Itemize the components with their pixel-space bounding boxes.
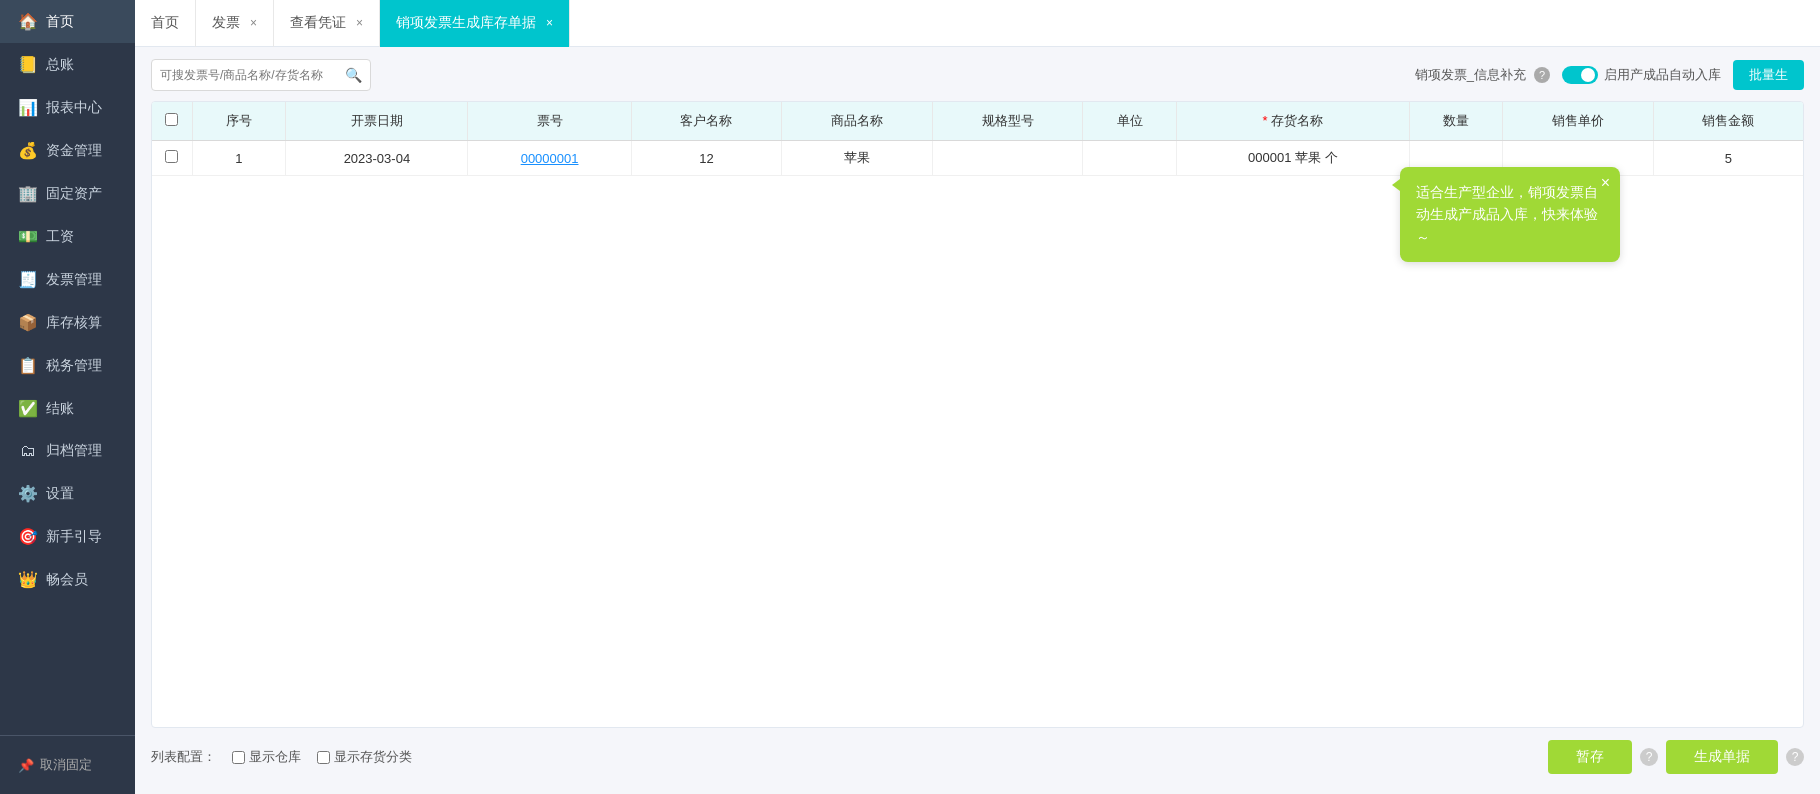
sidebar-item-vip[interactable]: 👑 畅会员	[0, 558, 135, 601]
row-checkbox[interactable]	[165, 150, 178, 163]
report-icon: 📊	[18, 98, 38, 117]
th-amount: 销售金额	[1653, 102, 1803, 141]
content-area: 🔍 销项发票_信息补充 ? 启用产成品自动入库 批量生	[135, 47, 1820, 794]
th-inventory-name: * 存货名称	[1177, 102, 1410, 141]
tab-generate[interactable]: 销项发票生成库存单据 ×	[380, 0, 570, 47]
tooltip-popup: × 适合生产型企业，销项发票自动生成产成品入库，快来体验～	[1400, 167, 1620, 262]
sidebar-item-home[interactable]: 🏠 首页	[0, 0, 135, 43]
data-table: 序号 开票日期 票号 客户名称 商品名称 规格型号 单位 * 存货名称 数量 销…	[152, 102, 1803, 176]
sidebar-item-tax-management[interactable]: 📋 税务管理	[0, 344, 135, 387]
th-unit-price: 销售单价	[1503, 102, 1654, 141]
show-category-checkbox-label[interactable]: 显示存货分类	[317, 748, 412, 766]
row-date: 2023-03-04	[286, 141, 468, 176]
tab-voucher-close[interactable]: ×	[356, 16, 363, 30]
th-seq: 序号	[192, 102, 286, 141]
row-ticket-no: 00000001	[468, 141, 631, 176]
row-product-name: 苹果	[782, 141, 933, 176]
search-box: 🔍	[151, 59, 371, 91]
tab-home[interactable]: 首页	[135, 0, 196, 47]
sidebar-item-fund-management[interactable]: 💰 资金管理	[0, 129, 135, 172]
sidebar-item-fixed-assets[interactable]: 🏢 固定资产	[0, 172, 135, 215]
show-warehouse-checkbox[interactable]	[232, 751, 245, 764]
guide-icon: 🎯	[18, 527, 38, 546]
row-seq: 1	[192, 141, 286, 176]
th-quantity: 数量	[1409, 102, 1503, 141]
ledger-icon: 📒	[18, 55, 38, 74]
row-customer: 12	[631, 141, 782, 176]
sidebar-item-general-ledger[interactable]: 📒 总账	[0, 43, 135, 86]
search-input[interactable]	[160, 68, 339, 82]
archive-icon: 🗂	[18, 442, 38, 460]
settle-icon: ✅	[18, 399, 38, 418]
sidebar-item-archive[interactable]: 🗂 归档管理	[0, 430, 135, 472]
sidebar-item-settings[interactable]: ⚙️ 设置	[0, 472, 135, 515]
row-unit	[1083, 141, 1177, 176]
tax-icon: 📋	[18, 356, 38, 375]
sidebar: 🏠 首页 📒 总账 📊 报表中心 💰 资金管理 🏢 固定资产 💵 工资 🧾 发票…	[0, 0, 135, 794]
tooltip-close-button[interactable]: ×	[1601, 175, 1610, 191]
fund-icon: 💰	[18, 141, 38, 160]
inventory-icon: 📦	[18, 313, 38, 332]
vip-icon: 👑	[18, 570, 38, 589]
toggle-area: 启用产成品自动入库	[1562, 66, 1721, 84]
sidebar-item-inventory[interactable]: 📦 库存核算	[0, 301, 135, 344]
sidebar-item-guide[interactable]: 🎯 新手引导	[0, 515, 135, 558]
info-section: 销项发票_信息补充 ?	[1415, 66, 1550, 84]
invoice-icon: 🧾	[18, 270, 38, 289]
sidebar-bottom: 📌 取消固定	[0, 735, 135, 794]
th-unit: 单位	[1083, 102, 1177, 141]
settings-icon: ⚙️	[18, 484, 38, 503]
show-category-checkbox[interactable]	[317, 751, 330, 764]
save-help-icon[interactable]: ?	[1640, 748, 1658, 766]
sidebar-item-report-center[interactable]: 📊 报表中心	[0, 86, 135, 129]
search-icon[interactable]: 🔍	[345, 67, 362, 83]
toggle-label: 启用产成品自动入库	[1604, 66, 1721, 84]
bottom-bar: 列表配置： 显示仓库 显示存货分类 暂存 ? 生成单据 ?	[151, 728, 1804, 782]
th-date: 开票日期	[286, 102, 468, 141]
tab-invoice[interactable]: 发票 ×	[196, 0, 274, 47]
tooltip-text: 适合生产型企业，销项发票自动生成产成品入库，快来体验～	[1416, 184, 1598, 245]
th-customer: 客户名称	[631, 102, 782, 141]
th-model: 规格型号	[932, 102, 1083, 141]
bottom-actions: 暂存 ? 生成单据 ?	[1548, 740, 1804, 774]
generate-button[interactable]: 生成单据	[1666, 740, 1778, 774]
tab-bar: 首页 发票 × 查看凭证 × 销项发票生成库存单据 ×	[135, 0, 1820, 47]
save-button[interactable]: 暂存	[1548, 740, 1632, 774]
toolbar-row: 🔍 销项发票_信息补充 ? 启用产成品自动入库 批量生	[151, 59, 1804, 91]
sidebar-item-settle[interactable]: ✅ 结账	[0, 387, 135, 430]
th-checkbox	[152, 102, 192, 141]
payroll-icon: 💵	[18, 227, 38, 246]
pin-icon: 📌	[18, 758, 34, 773]
home-icon: 🏠	[18, 12, 38, 31]
row-checkbox-cell	[152, 141, 192, 176]
main-area: 首页 发票 × 查看凭证 × 销项发票生成库存单据 × 🔍 销项发票_信息补充 …	[135, 0, 1820, 794]
assets-icon: 🏢	[18, 184, 38, 203]
th-product-name: 商品名称	[782, 102, 933, 141]
tab-voucher[interactable]: 查看凭证 ×	[274, 0, 380, 47]
batch-generate-button[interactable]: 批量生	[1733, 60, 1804, 90]
tab-generate-close[interactable]: ×	[546, 16, 553, 30]
row-amount: 5	[1653, 141, 1803, 176]
th-ticket-no: 票号	[468, 102, 631, 141]
info-help-icon[interactable]: ?	[1534, 67, 1550, 83]
ticket-no-link[interactable]: 00000001	[521, 151, 579, 166]
sidebar-item-payroll[interactable]: 💵 工资	[0, 215, 135, 258]
show-warehouse-checkbox-label[interactable]: 显示仓库	[232, 748, 301, 766]
row-inventory-name: 000001 苹果 个	[1177, 141, 1410, 176]
tab-invoice-close[interactable]: ×	[250, 16, 257, 30]
sidebar-item-invoice-management[interactable]: 🧾 发票管理	[0, 258, 135, 301]
row-model	[932, 141, 1083, 176]
info-label: 销项发票_信息补充	[1415, 66, 1526, 84]
auto-inbound-toggle[interactable]	[1562, 66, 1598, 84]
gen-help-icon[interactable]: ?	[1786, 748, 1804, 766]
cancel-fixed-button[interactable]: 📌 取消固定	[0, 746, 135, 784]
select-all-checkbox[interactable]	[165, 113, 178, 126]
list-config-label: 列表配置：	[151, 748, 216, 766]
